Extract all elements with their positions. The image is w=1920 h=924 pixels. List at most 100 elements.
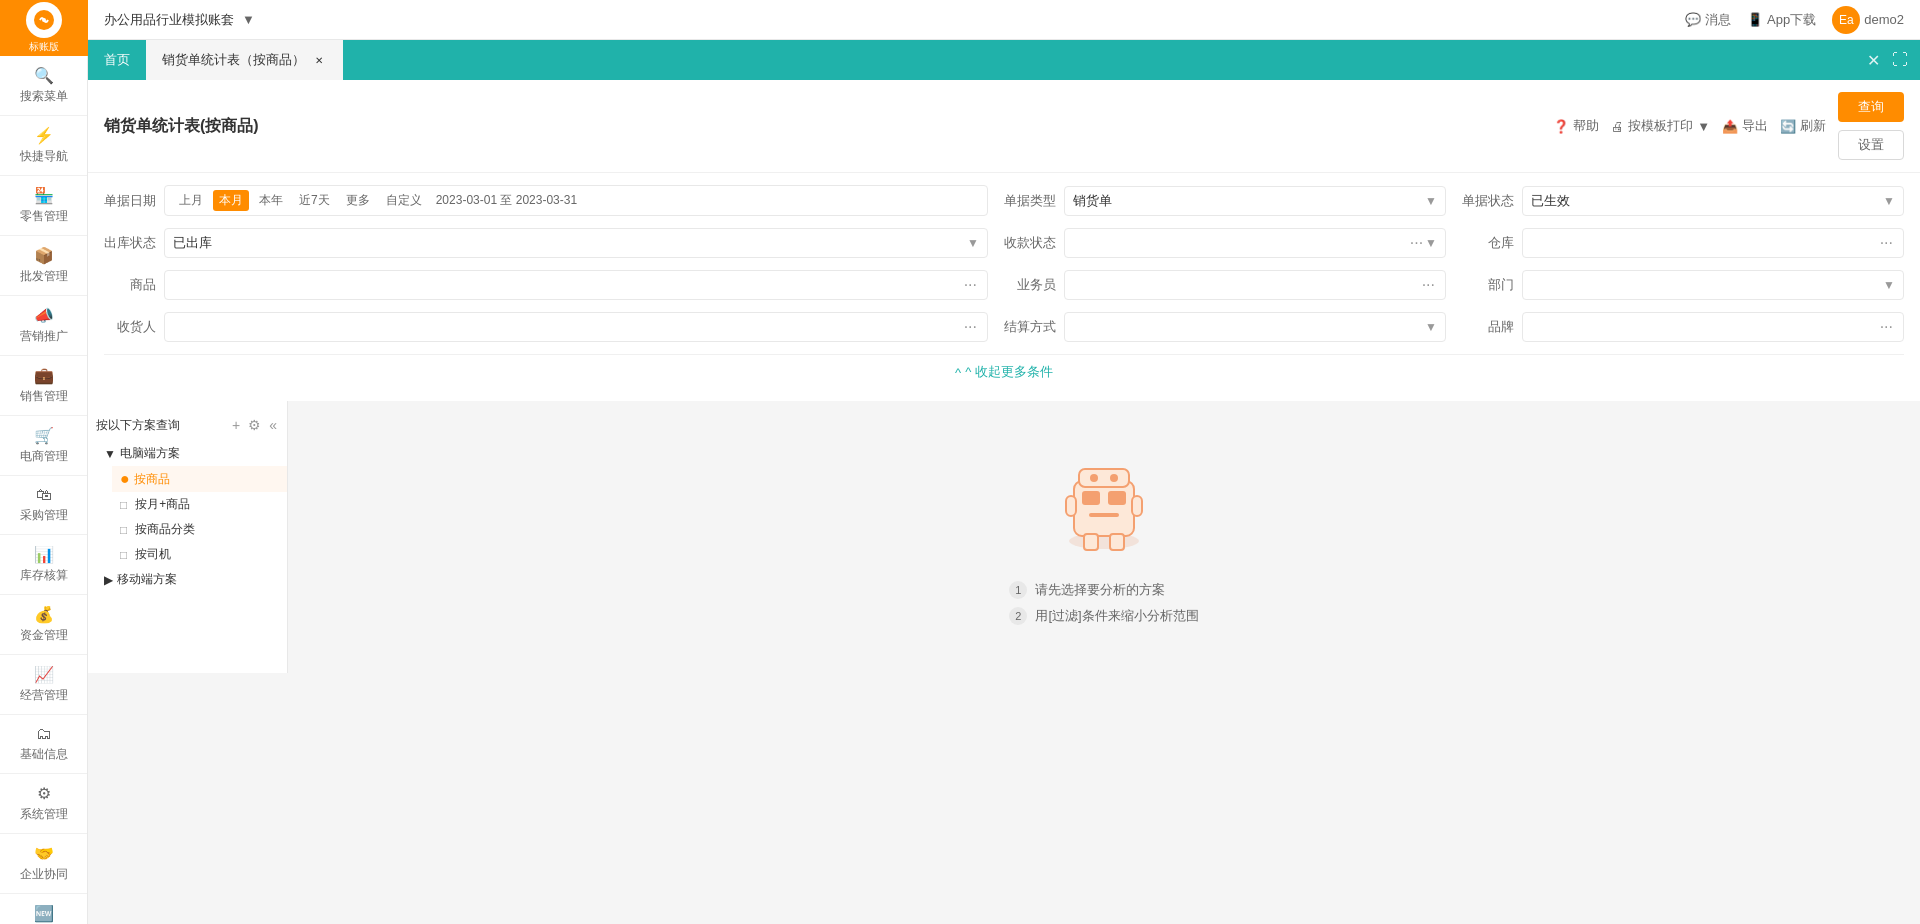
type-label: 单据类型 (1004, 192, 1064, 210)
sidebar-item-basic[interactable]: 🗂 基础信息 (0, 715, 87, 774)
receiver-dots-icon: ··· (964, 318, 977, 336)
empty-state: 1 请先选择要分析的方案 2 用[过滤]条件来缩小分析范围 (288, 401, 1920, 673)
help-icon: ❓ (1553, 119, 1569, 134)
date-tab-custom[interactable]: 自定义 (380, 190, 428, 211)
add-scheme-icon[interactable]: + (230, 415, 242, 435)
sidebar-item-retail[interactable]: 🏪 零售管理 (0, 176, 87, 236)
date-tab-lastmonth[interactable]: 上月 (173, 190, 209, 211)
tree-item-product-category[interactable]: □ 按商品分类 (112, 517, 287, 542)
tab-close-window-btn[interactable]: ✕ (1863, 47, 1884, 74)
sidebar-item-system[interactable]: ⚙ 系统管理 (0, 774, 87, 834)
step-1-text: 请先选择要分析的方案 (1035, 581, 1165, 599)
brand-control[interactable]: ··· (1522, 312, 1904, 342)
main-area: 办公用品行业模拟账套 ▼ 💬 消息 📱 App下载 Ea demo2 首页 (88, 0, 1920, 924)
svg-rect-10 (1110, 534, 1124, 550)
receiver-control[interactable]: ··· (164, 312, 988, 342)
message-btn[interactable]: 💬 消息 (1685, 11, 1731, 29)
page-content: 销货单统计表(按商品) ❓ 帮助 🖨 按模板打印 ▼ 📤 导出 (88, 80, 1920, 924)
tab-report[interactable]: 销货单统计表（按商品） ✕ (146, 40, 343, 80)
svg-point-1 (42, 18, 46, 22)
download-icon: 📱 (1747, 12, 1763, 27)
sidebar-menu: 🔍 搜索菜单 ⚡ 快捷导航 🏪 零售管理 📦 批发管理 📣 营销推广 💼 销售管… (0, 56, 87, 924)
setting-scheme-icon[interactable]: ⚙ (246, 415, 263, 435)
payment-control[interactable]: ▼ (1064, 312, 1446, 342)
filter-receiver: 收货人 ··· (104, 312, 988, 342)
status-control[interactable]: 已生效 ▼ (1522, 186, 1904, 216)
svg-rect-8 (1132, 496, 1142, 516)
wholesale-icon: 📦 (34, 246, 54, 265)
type-arrow-icon: ▼ (1425, 194, 1437, 208)
tree-pc-children: ● 按商品 □ 按月+商品 □ 按商品分类 □ (88, 466, 287, 567)
header-right: 💬 消息 📱 App下载 Ea demo2 (1685, 6, 1904, 34)
sidebar-item-inventory[interactable]: 📊 库存核算 (0, 535, 87, 595)
title-dropdown[interactable]: ▼ (242, 12, 255, 27)
sales-icon: 💼 (34, 366, 54, 385)
pay-status-arrow-icon: ▼ (1425, 236, 1437, 250)
filter-dept: 部门 ▼ (1462, 270, 1904, 300)
collapse-panel-icon[interactable]: « (267, 415, 279, 435)
dept-control[interactable]: ▼ (1522, 270, 1904, 300)
sidebar-item-finance[interactable]: 💰 资金管理 (0, 595, 87, 655)
sidebar-item-newbie[interactable]: 🆕 新手引导 (0, 894, 87, 924)
date-tab-more[interactable]: 更多 (340, 190, 376, 211)
content-wrapper: 按以下方案查询 + ⚙ « ▼ 电脑端方案 ● 按商品 (88, 401, 1920, 673)
user-menu[interactable]: Ea demo2 (1832, 6, 1904, 34)
tree-mobile-group[interactable]: ▶ 移动端方案 (88, 567, 287, 592)
sidebar-item-search[interactable]: 🔍 搜索菜单 (0, 56, 87, 116)
tree-item-product[interactable]: ● 按商品 (112, 466, 287, 492)
date-tab-thisyear[interactable]: 本年 (253, 190, 289, 211)
logo[interactable]: 标账版 (0, 0, 88, 56)
message-icon: 💬 (1685, 12, 1701, 27)
app-download-btn[interactable]: 📱 App下载 (1747, 11, 1816, 29)
page-actions: ❓ 帮助 🖨 按模板打印 ▼ 📤 导出 🔄 刷新 (1553, 92, 1904, 160)
collapse-btn[interactable]: ^ ^ 收起更多条件 (104, 354, 1904, 389)
step-1-num: 1 (1009, 581, 1027, 599)
filter-area: 单据日期 上月 本月 本年 近7天 更多 自定义 2023-03-01 至 20… (88, 173, 1920, 401)
tree-item-driver[interactable]: □ 按司机 (112, 542, 287, 567)
refresh-icon: 🔄 (1780, 119, 1796, 134)
sidebar-item-quicknav[interactable]: ⚡ 快捷导航 (0, 116, 87, 176)
type-value: 销货单 (1073, 192, 1425, 210)
sidebar-item-operations[interactable]: 📈 经营管理 (0, 655, 87, 715)
tab-close-btn[interactable]: ✕ (311, 52, 327, 68)
search-icon: 🔍 (34, 66, 54, 85)
inventory-icon: 📊 (34, 545, 54, 564)
pc-group-arrow-icon: ▼ (104, 447, 116, 461)
newbie-icon: 🆕 (34, 904, 54, 923)
filter-warehouse: 仓库 ··· (1462, 228, 1904, 258)
tree-pc-group[interactable]: ▼ 电脑端方案 (88, 441, 287, 466)
tab-maximize-btn[interactable]: ⛶ (1888, 47, 1912, 73)
export-btn[interactable]: 📤 导出 (1722, 117, 1768, 135)
out-status-arrow-icon: ▼ (967, 236, 979, 250)
date-tab-thismonth[interactable]: 本月 (213, 190, 249, 211)
tab-home[interactable]: 首页 (88, 40, 146, 80)
out-status-control[interactable]: 已出库 ▼ (164, 228, 988, 258)
template-print-btn[interactable]: 🖨 按模板打印 ▼ (1611, 117, 1710, 135)
tree-item-month-product[interactable]: □ 按月+商品 (112, 492, 287, 517)
sidebar-item-sales[interactable]: 💼 销售管理 (0, 356, 87, 416)
query-button[interactable]: 查询 (1838, 92, 1904, 122)
sidebar-item-ecommerce[interactable]: 🛒 电商管理 (0, 416, 87, 476)
product-control[interactable]: ··· (164, 270, 988, 300)
staff-control[interactable]: ··· (1064, 270, 1446, 300)
filter-row-2: 出库状态 已出库 ▼ 收款状态 ··· ▼ (104, 228, 1904, 258)
sidebar-item-marketing[interactable]: 📣 营销推广 (0, 296, 87, 356)
app-title: 办公用品行业模拟账套 (104, 11, 234, 29)
sidebar-item-purchase[interactable]: 🛍 采购管理 (0, 476, 87, 535)
marketing-icon: 📣 (34, 306, 54, 325)
page-title-bar: 销货单统计表(按商品) ❓ 帮助 🖨 按模板打印 ▼ 📤 导出 (88, 80, 1920, 173)
date-label: 单据日期 (104, 192, 164, 210)
type-control[interactable]: 销货单 ▼ (1064, 186, 1446, 216)
sidebar-item-wholesale[interactable]: 📦 批发管理 (0, 236, 87, 296)
set-button[interactable]: 设置 (1838, 130, 1904, 160)
warehouse-control[interactable]: ··· (1522, 228, 1904, 258)
sidebar-item-enterprise[interactable]: 🤝 企业协同 (0, 834, 87, 894)
header-left: 办公用品行业模拟账套 ▼ (104, 11, 255, 29)
operations-icon: 📈 (34, 665, 54, 684)
out-status-value: 已出库 (173, 234, 967, 252)
help-btn[interactable]: ❓ 帮助 (1553, 117, 1599, 135)
date-tab-7days[interactable]: 近7天 (293, 190, 336, 211)
tab-bar-right: ✕ ⛶ (1863, 47, 1920, 74)
pay-status-control[interactable]: ··· ▼ (1064, 228, 1446, 258)
refresh-btn[interactable]: 🔄 刷新 (1780, 117, 1826, 135)
